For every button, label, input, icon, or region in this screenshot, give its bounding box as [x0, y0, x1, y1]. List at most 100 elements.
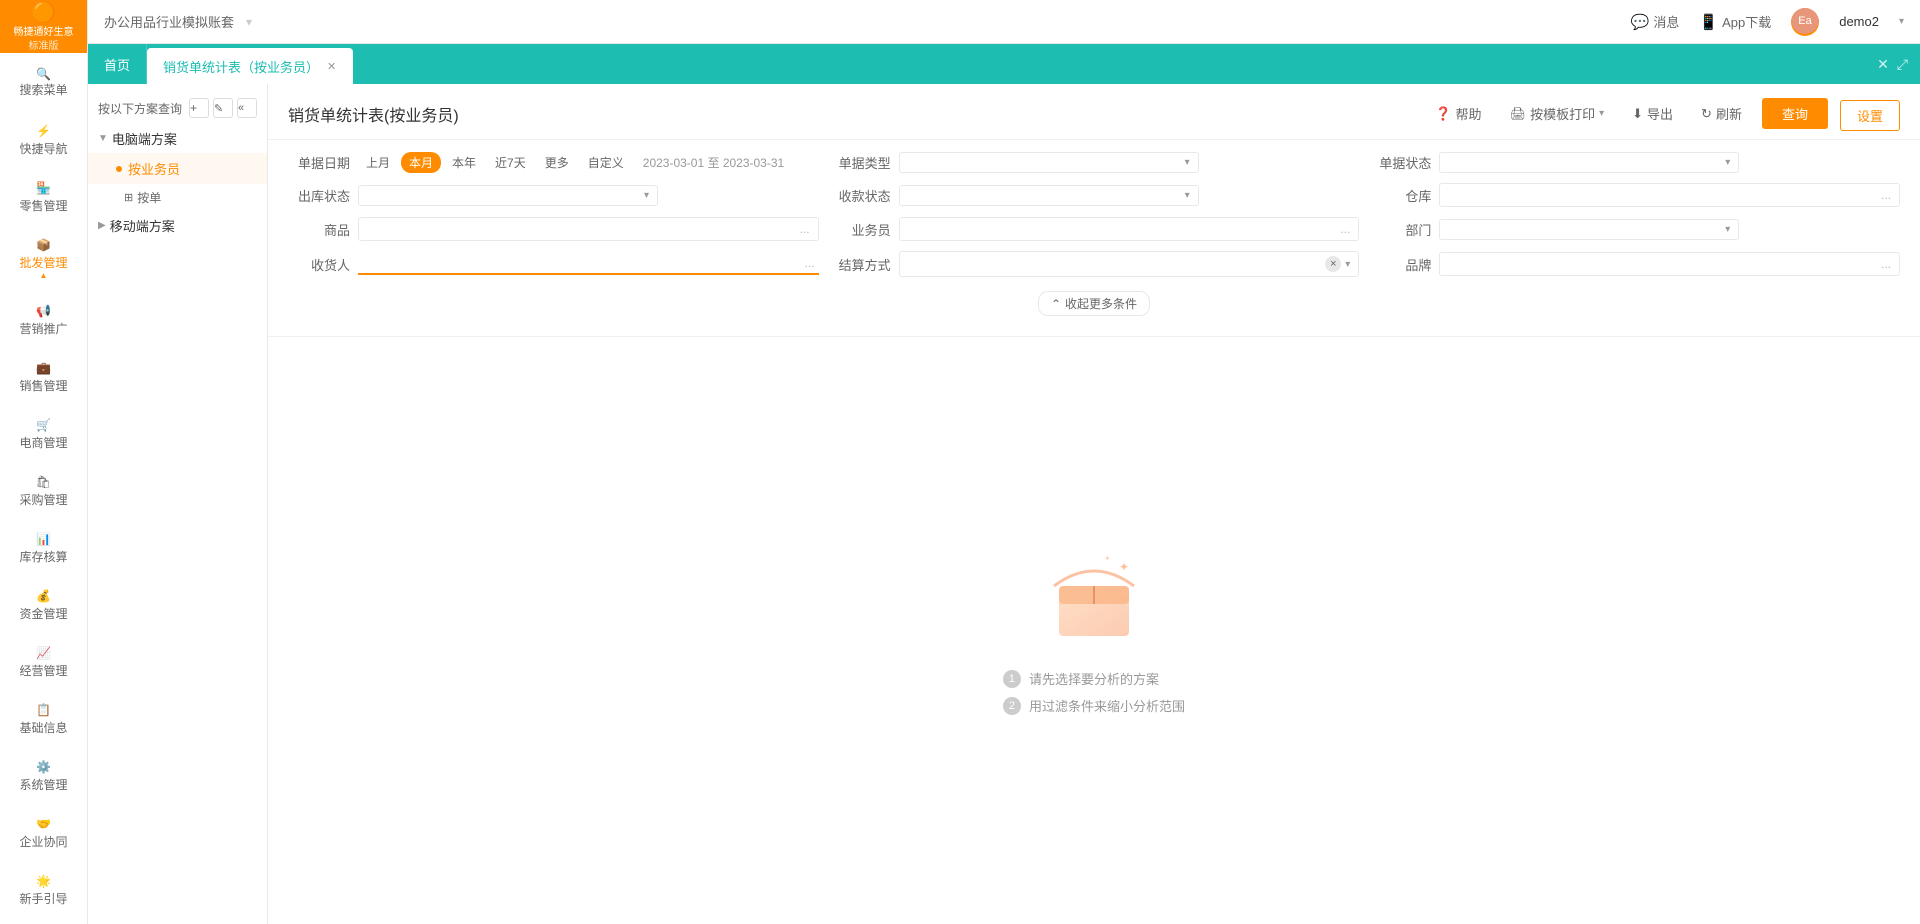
query-button[interactable]: 查询 [1762, 98, 1828, 129]
sidebar-item-retail[interactable]: 🏪 零售管理 [0, 169, 87, 226]
payment-select[interactable]: × ▾ [899, 251, 1360, 277]
tip2-text: 用过滤条件来缩小分析范围 [1029, 696, 1185, 715]
sidebar-item-inventory[interactable]: 📊 库存核算 [0, 520, 87, 577]
filter-brand-cell: 品牌 ... [1369, 251, 1900, 277]
collapse-panel-btn[interactable]: « [237, 98, 257, 118]
sidebar-item-operations[interactable]: 📈 经营管理 [0, 634, 87, 691]
ecommerce-label: 电商管理 [4, 434, 83, 451]
tab-close-all-btn[interactable]: ✕ [1877, 56, 1889, 73]
filter-date-cell: 单据日期 上月 本月 本年 近7天 更多 自定义 2023-03-01 至 20… [288, 152, 819, 173]
consignee-input[interactable] [362, 256, 805, 271]
date-tab-7days[interactable]: 近7天 [487, 152, 534, 173]
message-icon: 💬 [1631, 13, 1650, 31]
sidebar-item-basic-info[interactable]: 📋 基础信息 [0, 691, 87, 748]
print-label: 按模板打印 [1530, 104, 1595, 123]
breadcrumb-text: 办公用品行业模拟账套 [104, 12, 234, 31]
collapse-btn[interactable]: ⌃ 收起更多条件 [1038, 291, 1150, 316]
receipt-select[interactable]: ▾ [899, 185, 1199, 206]
enterprise-label: 企业协同 [4, 833, 83, 850]
type-dropdown-icon: ▾ [1185, 157, 1190, 168]
filter-warehouse-cell: 仓库 ... [1369, 183, 1900, 207]
sidebar-item-ecommerce[interactable]: 🛒 电商管理 [0, 406, 87, 463]
message-btn[interactable]: 💬 消息 [1631, 12, 1680, 31]
add-scheme-btn[interactable]: + [189, 98, 209, 118]
brand-select[interactable]: ... [1439, 252, 1900, 276]
date-label: 单据日期 [288, 153, 358, 172]
print-btn[interactable]: 🖨 按模板打印 ▾ [1502, 100, 1613, 127]
sidebar-item-system[interactable]: ⚙️ 系统管理 [0, 748, 87, 805]
date-tab-custom[interactable]: 自定义 [580, 152, 632, 173]
tree-item-by-staff[interactable]: 按业务员 [88, 153, 267, 184]
finance-label: 资金管理 [4, 605, 83, 622]
page-title: 销货单统计表(按业务员) [288, 102, 1427, 126]
tab-close-btn[interactable]: ✕ [327, 60, 336, 73]
sidebar-item-sales[interactable]: 💼 销售管理 [0, 349, 87, 406]
tree-mobile-label[interactable]: ▶ 移动端方案 [88, 211, 267, 240]
outbound-dropdown-icon: ▾ [644, 190, 649, 201]
page-header: 销货单统计表(按业务员) ❓ 帮助 🖨 按模板打印 ▾ ⬇ 导出 [268, 84, 1920, 140]
status-select[interactable]: ▾ [1439, 152, 1739, 173]
tree-subitem-by-order[interactable]: ⊞ 按单 [88, 184, 267, 211]
tab-sales-stat[interactable]: 销货单统计表（按业务员） ✕ [147, 48, 353, 84]
date-tab-this-month[interactable]: 本月 [401, 152, 441, 173]
dept-select[interactable]: ▾ [1439, 219, 1739, 240]
date-tab-last-month[interactable]: 上月 [358, 152, 398, 173]
tree-item-staff-label: 按业务员 [128, 159, 180, 178]
sidebar-item-quick-nav[interactable]: ⚡ 快捷导航 [0, 112, 87, 169]
filter-goods-cell: 商品 ... [288, 217, 819, 241]
sidebar-item-enterprise[interactable]: 🤝 企业协同 [0, 805, 87, 862]
goods-label: 商品 [288, 220, 358, 239]
user-name: demo2 [1839, 14, 1879, 29]
filter-dept-cell: 部门 ▾ [1369, 217, 1900, 241]
grid-icon: ⊞ [124, 191, 133, 204]
date-tab-more[interactable]: 更多 [537, 152, 577, 173]
refresh-btn[interactable]: ↻ 刷新 [1693, 100, 1750, 127]
sales-label: 销售管理 [4, 377, 83, 394]
collapse-row: ⌃ 收起更多条件 [288, 285, 1900, 324]
edit-scheme-btn[interactable]: ✎ [213, 98, 233, 118]
user-avatar[interactable] [1791, 8, 1819, 36]
app-download-icon: 📱 [1699, 13, 1718, 31]
sidebar: 🟠 畅捷通好生意 标准版 🔍 搜索菜单 ⚡ 快捷导航 🏪 零售管理 📦 批发管理… [0, 0, 88, 924]
sidebar-item-newbie[interactable]: 🌟 新手引导 [0, 862, 87, 919]
sidebar-item-app-center[interactable]: 📱 应用中心 [0, 919, 87, 924]
search-menu[interactable]: 🔍 搜索菜单 [0, 53, 87, 112]
topbar-right: 💬 消息 📱 App下载 demo2 ▾ [1631, 8, 1904, 36]
setting-button[interactable]: 设置 [1840, 100, 1900, 131]
tree-section: ▼ 电脑端方案 按业务员 ⊞ 按单 ▶ 移动端方案 [88, 124, 267, 240]
print-dropdown-icon: ▾ [1599, 108, 1604, 119]
system-label: 系统管理 [4, 776, 83, 793]
retail-label: 零售管理 [4, 197, 83, 214]
filter-type-cell: 单据类型 ▾ [829, 152, 1360, 173]
empty-state: ✦ ✦ 1 请先选择要分析的方案 2 用过滤条件来缩小分析范围 [268, 337, 1920, 924]
payment-clear-btn[interactable]: × [1325, 256, 1341, 272]
sidebar-item-marketing[interactable]: 📢 营销推广 [0, 292, 87, 349]
sidebar-item-finance[interactable]: 💰 资金管理 [0, 577, 87, 634]
tab-home[interactable]: 首页 [88, 44, 147, 84]
tip1-text: 请先选择要分析的方案 [1029, 669, 1159, 688]
sidebar-item-wholesale[interactable]: 📦 批发管理 ▲ [0, 226, 87, 292]
brand-ellipsis: ... [1881, 257, 1891, 271]
date-filter-controls: 上月 本月 本年 近7天 更多 自定义 2023-03-01 至 2023-03… [358, 152, 819, 173]
filter-area: 单据日期 上月 本月 本年 近7天 更多 自定义 2023-03-01 至 20… [268, 140, 1920, 337]
help-label: 帮助 [1456, 104, 1482, 123]
receipt-dropdown-icon: ▾ [1185, 190, 1190, 201]
empty-tip-2: 2 用过滤条件来缩小分析范围 [1003, 696, 1185, 715]
staff-select[interactable]: ... [899, 217, 1360, 241]
outbound-label: 出库状态 [288, 186, 358, 205]
tab-expand-btn[interactable]: ⤢ [1897, 56, 1908, 73]
sidebar-item-purchase[interactable]: 🛍 采购管理 [0, 463, 87, 520]
outbound-select[interactable]: ▾ [358, 185, 658, 206]
help-btn[interactable]: ❓ 帮助 [1427, 100, 1489, 127]
goods-select[interactable]: ... [358, 217, 819, 241]
tree-desktop-label[interactable]: ▼ 电脑端方案 [88, 124, 267, 153]
export-icon: ⬇ [1632, 106, 1643, 122]
filter-consignee-cell: 收货人 ... [288, 251, 819, 277]
type-select[interactable]: ▾ [899, 152, 1199, 173]
date-tab-this-year[interactable]: 本年 [444, 152, 484, 173]
export-label: 导出 [1647, 104, 1673, 123]
warehouse-select[interactable]: ... [1439, 183, 1900, 207]
app-download-btn[interactable]: 📱 App下载 [1699, 12, 1771, 31]
empty-tips: 1 请先选择要分析的方案 2 用过滤条件来缩小分析范围 [1003, 669, 1185, 715]
export-btn[interactable]: ⬇ 导出 [1624, 100, 1681, 127]
